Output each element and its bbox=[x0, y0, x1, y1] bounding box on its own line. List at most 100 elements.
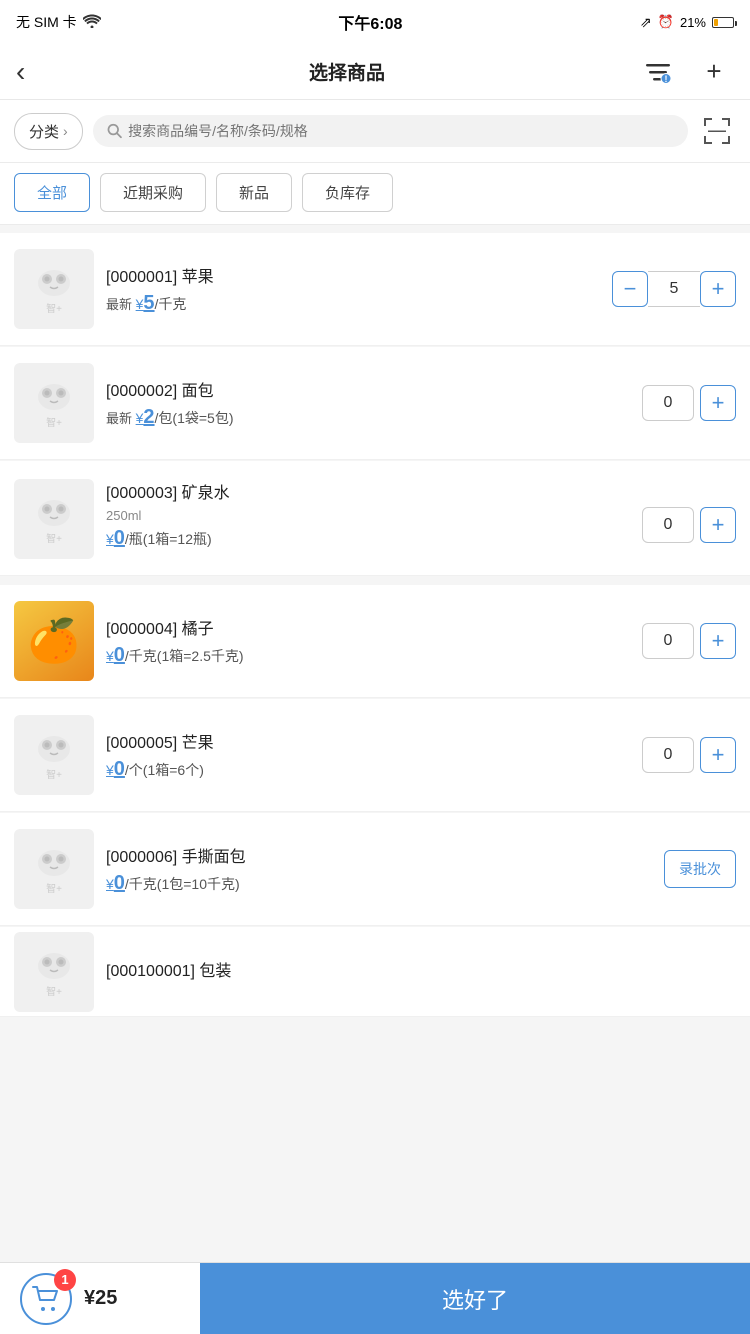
search-input-wrap bbox=[93, 115, 688, 147]
owl-logo-placeholder: 智+ bbox=[14, 829, 94, 909]
owl-logo-placeholder: 智+ bbox=[14, 363, 94, 443]
search-input[interactable] bbox=[128, 123, 674, 139]
product-image-partial: 智+ bbox=[14, 932, 94, 1012]
svg-text:!: ! bbox=[664, 74, 667, 84]
filter-button[interactable]: ! bbox=[638, 52, 678, 92]
battery-icon bbox=[712, 17, 734, 28]
section-divider bbox=[0, 225, 750, 233]
scan-icon bbox=[702, 116, 732, 146]
tab-all[interactable]: 全部 bbox=[14, 173, 90, 212]
tab-new[interactable]: 新品 bbox=[216, 173, 292, 212]
qty-plus-0000003[interactable]: + bbox=[700, 507, 736, 543]
product-name-partial: [000100001] 包装 bbox=[106, 957, 724, 981]
product-info-0000001: [0000001] 苹果 最新 ¥5/千克 bbox=[94, 263, 612, 315]
product-image-0000005: 智+ bbox=[14, 715, 94, 795]
qty-minus-0000001[interactable]: − bbox=[612, 271, 648, 307]
product-price-0000001: 最新 ¥5/千克 bbox=[106, 292, 600, 315]
scan-button[interactable] bbox=[698, 112, 736, 150]
qty-control-0000002: + bbox=[642, 385, 736, 421]
qty-control-0000004: + bbox=[642, 623, 736, 659]
category-arrow: › bbox=[63, 123, 68, 139]
product-price-0000005: ¥0/个(1箱=6个) bbox=[106, 758, 630, 781]
qty-input-0000002[interactable] bbox=[642, 385, 694, 421]
product-info-0000002: [0000002] 面包 最新 ¥2/包(1袋=5包) bbox=[94, 377, 642, 429]
product-spec-0000003: 250ml bbox=[106, 508, 630, 523]
product-price-0000006: ¥0/千克(1包=10千克) bbox=[106, 872, 652, 895]
product-name-0000002: [0000002] 面包 bbox=[106, 377, 630, 401]
qty-input-0000005[interactable] bbox=[642, 737, 694, 773]
page-title: 选择商品 bbox=[309, 58, 385, 85]
cart-icon bbox=[32, 1286, 60, 1312]
product-image-0000001: 智+ bbox=[14, 249, 94, 329]
tab-recent[interactable]: 近期采购 bbox=[100, 173, 206, 212]
status-right: ⇗ ⏰ 21% bbox=[640, 14, 734, 31]
qty-control-0000005: + bbox=[642, 737, 736, 773]
alarm-icon: ⏰ bbox=[658, 14, 674, 30]
owl-logo-placeholder: 智+ bbox=[14, 715, 94, 795]
product-price-0000003: ¥0/瓶(1箱=12瓶) bbox=[106, 527, 630, 550]
product-item-partial: 智+ [000100001] 包装 bbox=[0, 927, 750, 1017]
status-time: 下午6:08 bbox=[338, 10, 402, 34]
product-info-0000005: [0000005] 芒果 ¥0/个(1箱=6个) bbox=[94, 729, 642, 781]
section-divider-2 bbox=[0, 577, 750, 585]
cart-badge: 1 bbox=[54, 1269, 76, 1291]
search-bar: 分类 › bbox=[0, 100, 750, 163]
qty-input-0000004[interactable] bbox=[642, 623, 694, 659]
confirm-button[interactable]: 选好了 bbox=[200, 1263, 750, 1334]
product-name-0000003: [0000003] 矿泉水 bbox=[106, 479, 630, 503]
nav-bar: ‹ 选择商品 ! + bbox=[0, 44, 750, 100]
add-button[interactable]: + bbox=[694, 52, 734, 92]
product-name-0000004: [0000004] 橘子 bbox=[106, 615, 630, 639]
record-batch-button-0000006[interactable]: 录批次 bbox=[664, 850, 736, 888]
owl-logo-placeholder: 智+ bbox=[14, 932, 94, 1012]
nav-actions: ! + bbox=[638, 52, 734, 92]
product-image-0000003: 智+ bbox=[14, 479, 94, 559]
qty-plus-0000005[interactable]: + bbox=[700, 737, 736, 773]
product-info-partial: [000100001] 包装 bbox=[94, 957, 736, 986]
product-item-0000001: 智+ [0000001] 苹果 最新 ¥5/千克 − + bbox=[0, 233, 750, 346]
wifi-icon bbox=[83, 14, 101, 31]
product-image-0000004: 🍊 bbox=[14, 601, 94, 681]
qty-control-0000006: 录批次 bbox=[664, 850, 736, 888]
cart-section: 1 ¥25 bbox=[0, 1273, 200, 1325]
product-item-0000006: 智+ [0000006] 手撕面包 ¥0/千克(1包=10千克) 录批次 bbox=[0, 813, 750, 926]
product-item-0000002: 智+ [0000002] 面包 最新 ¥2/包(1袋=5包) + bbox=[0, 347, 750, 460]
qty-input-0000003[interactable] bbox=[642, 507, 694, 543]
product-item-0000005: 智+ [0000005] 芒果 ¥0/个(1箱=6个) + bbox=[0, 699, 750, 812]
product-image-0000002: 智+ bbox=[14, 363, 94, 443]
filter-icon: ! bbox=[644, 60, 672, 84]
product-name-0000006: [0000006] 手撕面包 bbox=[106, 843, 652, 867]
status-bar: 无 SIM 卡 下午6:08 ⇗ ⏰ 21% bbox=[0, 0, 750, 44]
tab-bar: 全部 近期采购 新品 负库存 bbox=[0, 163, 750, 225]
qty-input-0000001[interactable] bbox=[648, 271, 700, 307]
product-image-0000006: 智+ bbox=[14, 829, 94, 909]
bottom-bar: 1 ¥25 选好了 bbox=[0, 1262, 750, 1334]
cart-total: ¥25 bbox=[84, 1287, 117, 1310]
tab-negative[interactable]: 负库存 bbox=[302, 173, 393, 212]
qty-control-0000003: + bbox=[642, 507, 736, 543]
owl-logo-placeholder: 智+ bbox=[14, 249, 94, 329]
product-item-0000003: 智+ [0000003] 矿泉水 250ml ¥0/瓶(1箱=12瓶) + bbox=[0, 461, 750, 576]
product-price-0000002: 最新 ¥2/包(1袋=5包) bbox=[106, 406, 630, 429]
product-item-0000004: 🍊 [0000004] 橘子 ¥0/千克(1箱=2.5千克) + bbox=[0, 585, 750, 698]
product-name-0000001: [0000001] 苹果 bbox=[106, 263, 600, 287]
category-label: 分类 bbox=[29, 121, 59, 142]
carrier-text: 无 SIM 卡 bbox=[16, 12, 77, 32]
product-info-0000004: [0000004] 橘子 ¥0/千克(1箱=2.5千克) bbox=[94, 615, 642, 667]
qty-plus-0000004[interactable]: + bbox=[700, 623, 736, 659]
status-carrier: 无 SIM 卡 bbox=[16, 12, 101, 32]
owl-logo-placeholder: 智+ bbox=[14, 479, 94, 559]
product-price-0000004: ¥0/千克(1箱=2.5千克) bbox=[106, 644, 630, 667]
cart-icon-wrap[interactable]: 1 bbox=[20, 1273, 72, 1325]
product-info-0000003: [0000003] 矿泉水 250ml ¥0/瓶(1箱=12瓶) bbox=[94, 479, 642, 550]
qty-plus-0000001[interactable]: + bbox=[700, 271, 736, 307]
category-button[interactable]: 分类 › bbox=[14, 113, 83, 150]
back-button[interactable]: ‹ bbox=[16, 56, 56, 88]
product-name-0000005: [0000005] 芒果 bbox=[106, 729, 630, 753]
qty-control-0000001: − + bbox=[612, 271, 736, 307]
search-icon bbox=[107, 123, 122, 139]
location-icon: ⇗ bbox=[640, 14, 652, 31]
qty-plus-0000002[interactable]: + bbox=[700, 385, 736, 421]
battery-percent: 21% bbox=[680, 15, 706, 30]
product-list: 智+ [0000001] 苹果 最新 ¥5/千克 − + bbox=[0, 233, 750, 1017]
